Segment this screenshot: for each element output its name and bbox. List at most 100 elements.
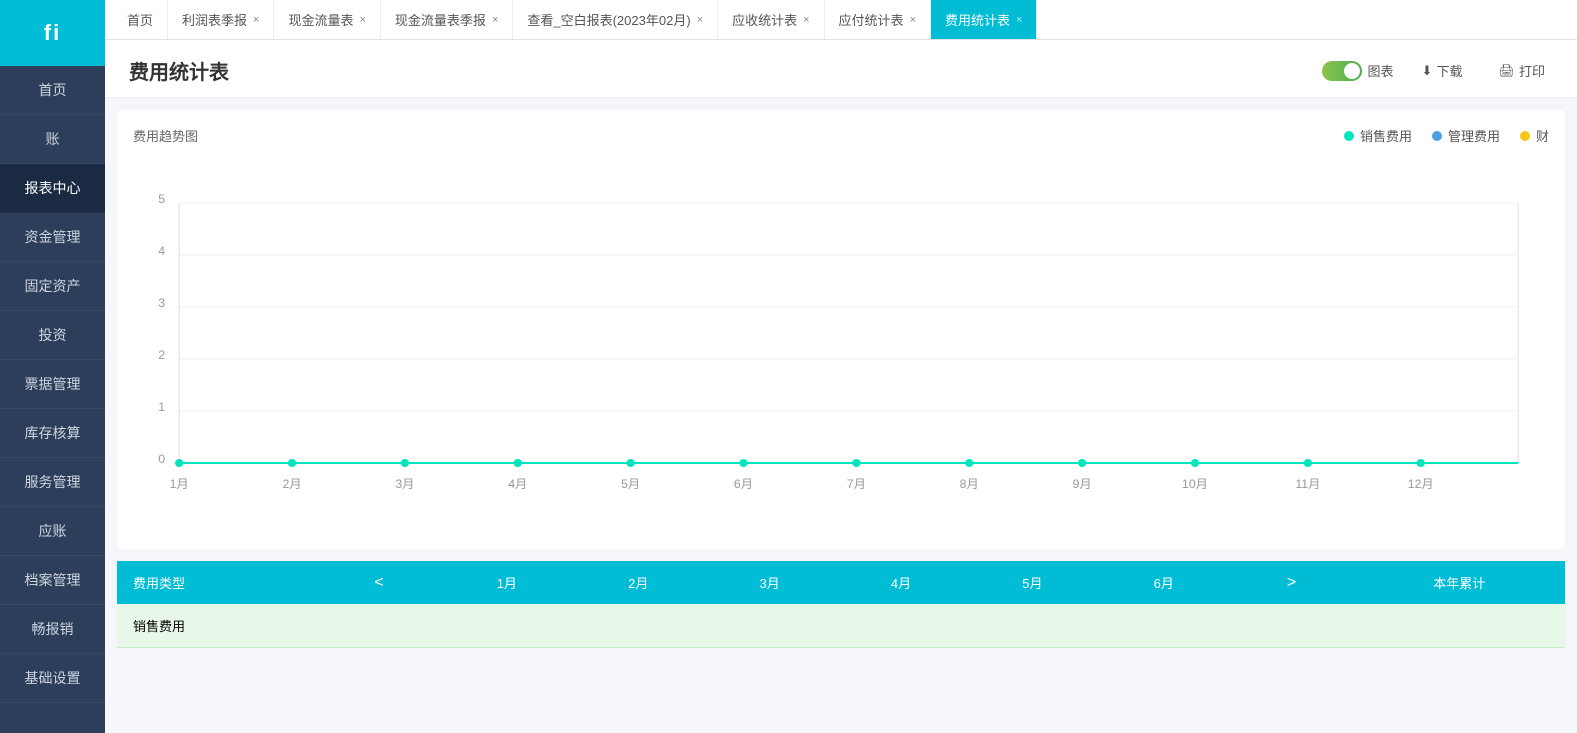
col-month-4: 4月	[835, 561, 966, 604]
svg-text:2: 2	[158, 348, 165, 362]
col-month-1: 1月	[441, 561, 572, 604]
tab-expense-stats[interactable]: 费用统计表 ×	[931, 0, 1037, 40]
legend-management-label: 管理费用	[1448, 126, 1500, 145]
sidebar-item-archive-management[interactable]: 档案管理	[0, 556, 105, 605]
row-month-2	[573, 604, 704, 648]
next-month-btn[interactable]: >	[1229, 561, 1353, 604]
chart-legend: 销售费用 管理费用 财	[1344, 126, 1549, 145]
chart-section: 费用趋势图 销售费用 管理费用 财	[117, 110, 1565, 549]
prev-month-btn[interactable]: <	[317, 561, 441, 604]
chart-title: 费用趋势图	[133, 126, 198, 145]
page-title: 费用统计表	[129, 56, 229, 85]
chart-toggle[interactable]	[1322, 61, 1362, 81]
sidebar-item-fund-management[interactable]: 资金管理	[0, 213, 105, 262]
tab-blank-report[interactable]: 查看_空白报表(2023年02月) ×	[513, 0, 718, 40]
legend-sales: 销售费用	[1344, 126, 1412, 145]
col-month-6: 6月	[1098, 561, 1229, 604]
tab-bar: 首页 利润表季报 × 现金流量表 × 现金流量表季报 × 查看_空白报表(202…	[105, 0, 1577, 40]
tab-home[interactable]: 首页	[113, 0, 168, 40]
tab-cash-flow-quarterly[interactable]: 现金流量表季报 ×	[381, 0, 513, 40]
legend-management: 管理费用	[1432, 126, 1500, 145]
svg-text:3: 3	[158, 296, 165, 310]
tab-cash-flow[interactable]: 现金流量表 ×	[274, 0, 380, 40]
close-icon[interactable]: ×	[803, 14, 809, 26]
content-area: 费用统计表 图表 ⬇ 下载 🖨 打印 费用趋势图	[105, 40, 1577, 733]
sidebar-item-account[interactable]: 账	[0, 115, 105, 164]
close-icon[interactable]: ×	[697, 14, 703, 26]
sidebar: fi 首页 账 报表中心 资金管理 固定资产 投资 票据管理 库存核算 服务管理…	[0, 0, 105, 733]
chart-header: 费用趋势图 销售费用 管理费用 财	[133, 126, 1549, 145]
close-icon[interactable]: ×	[910, 14, 916, 26]
col-month-5: 5月	[967, 561, 1098, 604]
sidebar-item-home[interactable]: 首页	[0, 66, 105, 115]
row-month-4	[835, 604, 966, 648]
row-month-3	[704, 604, 835, 648]
svg-text:7月: 7月	[847, 477, 866, 491]
legend-finance-dot	[1520, 131, 1530, 141]
download-icon: ⬇	[1422, 63, 1433, 79]
col-ytd: 本年累计	[1354, 561, 1565, 604]
sidebar-item-smooth-cancel[interactable]: 畅报销	[0, 605, 105, 654]
tab-payable-stats[interactable]: 应付统计表 ×	[825, 0, 931, 40]
sidebar-item-receivable[interactable]: 应账	[0, 507, 105, 556]
chart-toggle-wrap: 图表	[1322, 61, 1394, 81]
data-table: 费用类型 < 1月 2月 3月 4月 5月 6月 >	[117, 561, 1565, 648]
sidebar-item-fixed-assets[interactable]: 固定资产	[0, 262, 105, 311]
download-button[interactable]: ⬇ 下载	[1414, 57, 1471, 84]
svg-text:6月: 6月	[734, 477, 753, 491]
tab-receivable-stats[interactable]: 应收统计表 ×	[718, 0, 824, 40]
row-month-6	[1098, 604, 1229, 648]
svg-text:9月: 9月	[1073, 477, 1092, 491]
svg-text:12月: 12月	[1408, 477, 1434, 491]
svg-text:4: 4	[158, 244, 165, 258]
col-expense-type: 费用类型	[117, 561, 317, 604]
svg-text:5: 5	[158, 192, 165, 206]
svg-text:11月: 11月	[1295, 477, 1320, 491]
sidebar-item-inventory-accounting[interactable]: 库存核算	[0, 409, 105, 458]
print-icon: 🖨	[1498, 63, 1515, 79]
svg-text:1: 1	[158, 400, 165, 414]
svg-text:8月: 8月	[960, 477, 979, 491]
prev-arrow-button[interactable]: <	[370, 574, 387, 592]
row-spacer	[317, 604, 441, 648]
close-icon[interactable]: ×	[253, 14, 259, 26]
table-section: 费用类型 < 1月 2月 3月 4月 5月 6月 >	[117, 561, 1565, 648]
legend-finance-label: 财	[1536, 126, 1549, 145]
svg-text:3月: 3月	[395, 477, 414, 491]
app-logo: fi	[0, 0, 105, 66]
svg-text:4月: 4月	[508, 477, 527, 491]
tab-profit-quarterly[interactable]: 利润表季报 ×	[168, 0, 274, 40]
main-area: 首页 利润表季报 × 现金流量表 × 现金流量表季报 × 查看_空白报表(202…	[105, 0, 1577, 733]
print-button[interactable]: 🖨 打印	[1490, 57, 1553, 84]
svg-text:0: 0	[158, 452, 165, 466]
close-icon[interactable]: ×	[1016, 14, 1022, 26]
svg-text:5月: 5月	[621, 477, 640, 491]
legend-sales-label: 销售费用	[1360, 126, 1412, 145]
close-icon[interactable]: ×	[492, 14, 498, 26]
sidebar-item-investment[interactable]: 投资	[0, 311, 105, 360]
row-expense-type: 销售费用	[117, 604, 317, 648]
row-spacer-2	[1229, 604, 1353, 648]
legend-management-dot	[1432, 131, 1442, 141]
row-month-1	[441, 604, 572, 648]
svg-text:2月: 2月	[282, 477, 301, 491]
svg-text:10月: 10月	[1182, 477, 1208, 491]
close-icon[interactable]: ×	[359, 14, 365, 26]
svg-text:1月: 1月	[170, 477, 189, 491]
next-arrow-button[interactable]: >	[1283, 574, 1300, 592]
col-month-3: 3月	[704, 561, 835, 604]
row-ytd	[1354, 604, 1565, 648]
table-row: 销售费用	[117, 604, 1565, 648]
page-header: 费用统计表 图表 ⬇ 下载 🖨 打印	[105, 40, 1577, 98]
chart-svg: 0 1 2 3 4 5	[133, 153, 1549, 533]
sidebar-item-basic-settings[interactable]: 基础设置	[0, 654, 105, 703]
sidebar-item-service-management[interactable]: 服务管理	[0, 458, 105, 507]
toggle-label: 图表	[1368, 61, 1394, 80]
legend-finance: 财	[1520, 126, 1549, 145]
col-month-2: 2月	[573, 561, 704, 604]
row-month-5	[967, 604, 1098, 648]
sidebar-item-ticket-management[interactable]: 票据管理	[0, 360, 105, 409]
sidebar-item-report-center[interactable]: 报表中心	[0, 164, 105, 213]
legend-sales-dot	[1344, 131, 1354, 141]
header-actions: 图表 ⬇ 下载 🖨 打印	[1322, 57, 1553, 84]
